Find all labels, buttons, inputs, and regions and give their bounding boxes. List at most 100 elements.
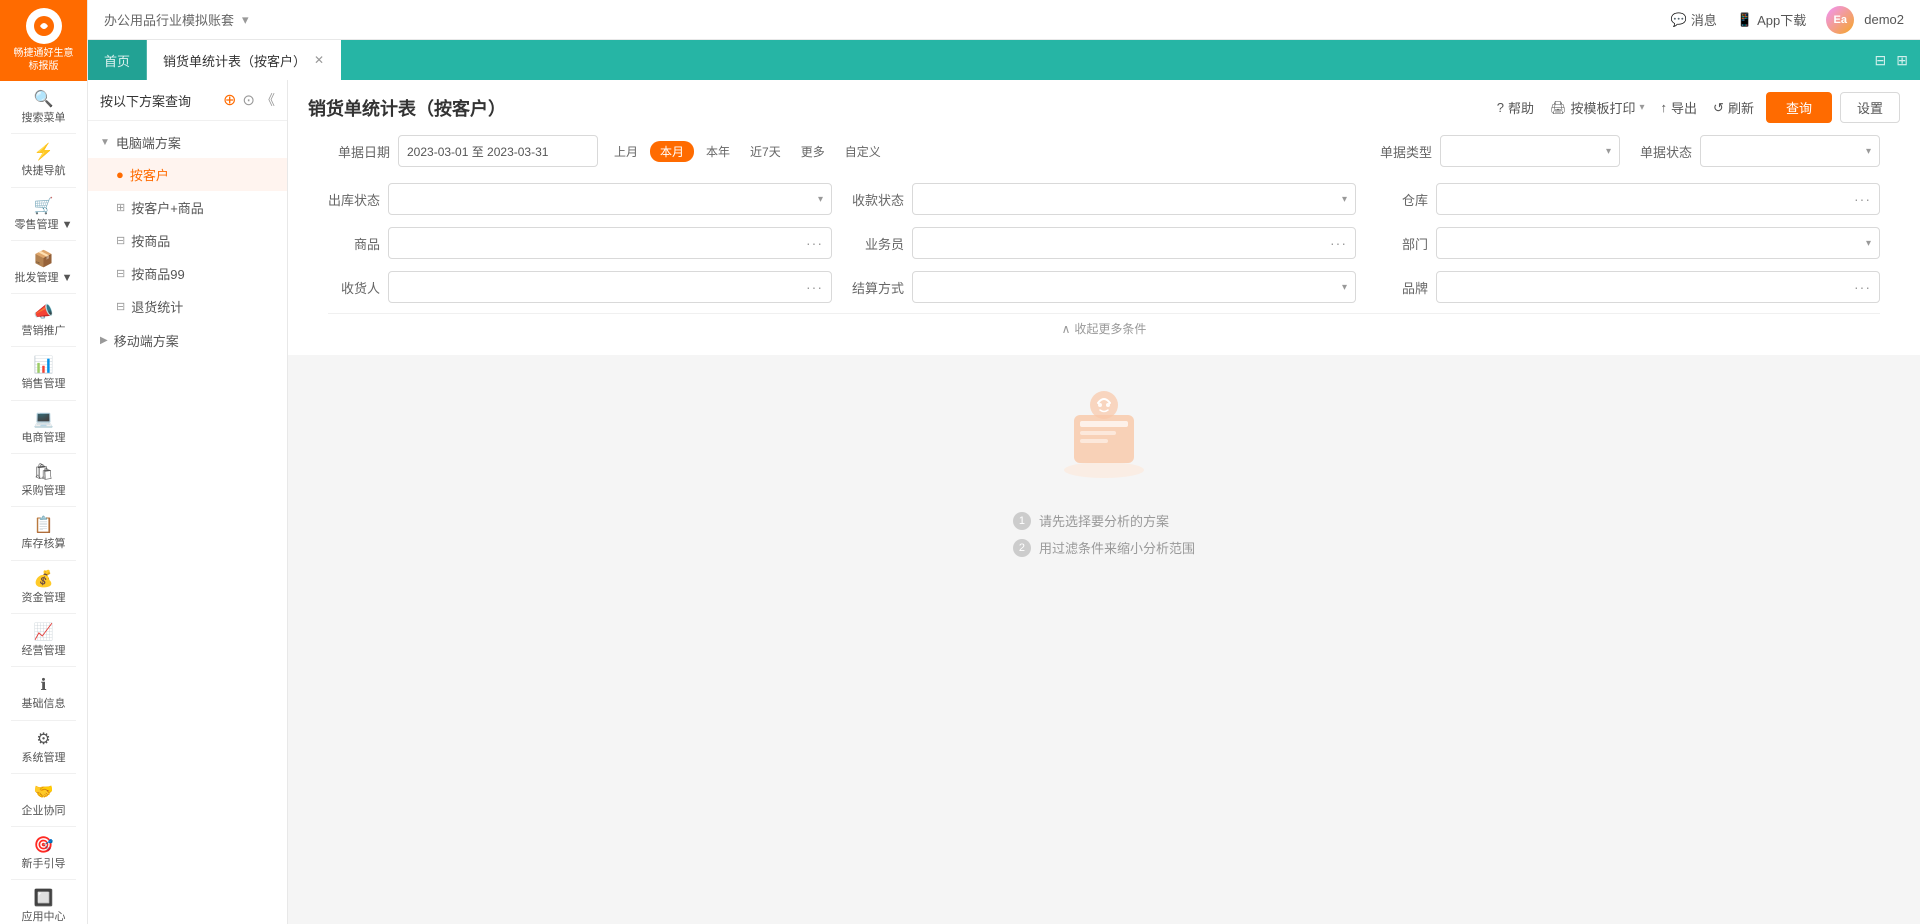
warehouse-select[interactable]: ··· — [1436, 183, 1880, 215]
shortcut-more[interactable]: 更多 — [793, 141, 833, 162]
query-button[interactable]: 查询 — [1766, 92, 1832, 123]
tab-report[interactable]: 销货单统计表（按客户） ✕ — [147, 40, 341, 80]
sidebar-nav-label-3: 批发管理 ▼ — [15, 271, 73, 285]
sidebar-nav-item-8[interactable]: 📋 库存核算 — [11, 507, 77, 560]
shortcut-7days[interactable]: 近7天 — [742, 141, 789, 162]
sidebar-nav-icon-5: 📊 — [34, 355, 54, 375]
sidebar-nav-icon-0: 🔍 — [34, 89, 54, 109]
sidebar-nav-item-9[interactable]: 💰 资金管理 — [11, 561, 77, 614]
scheme-item-returns[interactable]: ⊟ 退货统计 — [88, 290, 287, 323]
sidebar-nav-item-3[interactable]: 📦 批发管理 ▼ — [11, 241, 77, 294]
order-type-select[interactable]: ▾ — [1440, 135, 1620, 167]
settings-scheme-icon[interactable]: ⊙ — [242, 91, 255, 109]
sidebar-nav-icon-13: 🤝 — [34, 782, 54, 802]
sidebar-nav-item-0[interactable]: 🔍 搜索菜单 — [11, 81, 77, 134]
message-btn[interactable]: 💬 消息 — [1671, 10, 1717, 29]
sidebar-nav-item-11[interactable]: ℹ 基础信息 — [11, 667, 77, 720]
refresh-btn[interactable]: ↺ 刷新 — [1713, 98, 1754, 117]
scheme-header: 按以下方案查询 ⊕ ⊙ 《 — [88, 80, 287, 121]
sidebar-nav-item-4[interactable]: 📣 营销推广 — [11, 294, 77, 347]
receipt-status-select[interactable]: ▾ — [912, 183, 1356, 215]
sidebar-nav-item-15[interactable]: 🔲 应用中心 — [11, 880, 77, 924]
scheme-tree: ▼ 电脑端方案 ● 按客户 ⊞ 按客户+商品 ⊟ 按商品 — [88, 121, 287, 362]
salesperson-select[interactable]: ··· — [912, 227, 1356, 259]
sidebar-nav-icon-6: 💻 — [34, 409, 54, 429]
message-icon: 💬 — [1671, 12, 1687, 28]
shortcut-custom[interactable]: 自定义 — [837, 141, 889, 162]
scheme-item-goods[interactable]: ⊟ 按商品 — [88, 224, 287, 257]
add-scheme-icon[interactable]: ⊕ — [223, 90, 236, 110]
content-wrapper: 按以下方案查询 ⊕ ⊙ 《 ▼ 电脑端方案 ● 按客户 — [88, 80, 1920, 924]
sidebar-nav-label-10: 经营管理 — [21, 644, 65, 658]
tab-home-label: 首页 — [104, 51, 130, 70]
app-title: 办公用品行业模拟账套 — [104, 10, 234, 29]
salesperson-dots: ··· — [1330, 235, 1347, 251]
sidebar-nav-icon-2: 🛒 — [34, 196, 54, 216]
refresh-icon: ↺ — [1713, 100, 1724, 116]
department-label: 部门 — [1376, 234, 1436, 253]
help-btn[interactable]: ? 帮助 — [1497, 98, 1534, 117]
print-btn[interactable]: 🖨 按模板打印 ▾ — [1550, 98, 1645, 117]
scheme-item-customer-goods[interactable]: ⊞ 按客户+商品 — [88, 191, 287, 224]
sidebar-nav-item-7[interactable]: 🛍 采购管理 — [11, 454, 77, 507]
user-info[interactable]: Ea demo2 — [1826, 6, 1904, 34]
collapse-scheme-icon[interactable]: 《 — [261, 90, 275, 110]
header-left: 办公用品行业模拟账套 ▾ — [104, 10, 249, 29]
settlement-select[interactable]: ▾ — [912, 271, 1356, 303]
brand-select[interactable]: ··· — [1436, 271, 1880, 303]
date-range-display[interactable]: 2023-03-01 至 2023-03-31 — [398, 135, 598, 167]
order-type-arrow: ▾ — [1606, 146, 1611, 157]
tab-close-icon[interactable]: ✕ — [314, 53, 324, 67]
tab-minimize-icon[interactable]: ⊟ — [1875, 52, 1887, 69]
filter-row-4: 收货人 ··· 结算方式 ▾ 品牌 — [328, 265, 1880, 309]
hint-num-2: 2 — [1013, 539, 1031, 557]
order-status-label: 单据状态 — [1640, 142, 1692, 161]
scheme-item-customer[interactable]: ● 按客户 — [88, 158, 287, 191]
tab-expand-icon[interactable]: ⊞ — [1896, 52, 1908, 69]
scheme-header-label: 按以下方案查询 — [100, 91, 191, 110]
receipt-status-label: 收款状态 — [852, 190, 912, 209]
settings-button[interactable]: 设置 — [1840, 92, 1900, 123]
sidebar-nav-item-1[interactable]: ⚡ 快捷导航 — [11, 134, 77, 187]
sidebar-nav-icon-3: 📦 — [34, 249, 54, 269]
sidebar-nav-label-7: 采购管理 — [21, 484, 65, 498]
app-download-btn[interactable]: 📱 App下载 — [1737, 10, 1806, 29]
sidebar-nav-item-12[interactable]: ⚙ 系统管理 — [11, 721, 77, 774]
out-status-select[interactable]: ▾ — [388, 183, 832, 215]
shortcut-this-month[interactable]: 本月 — [650, 141, 694, 162]
tab-home[interactable]: 首页 — [88, 40, 147, 80]
export-btn[interactable]: ↑ 导出 — [1661, 98, 1698, 117]
sidebar-nav-item-13[interactable]: 🤝 企业协同 — [11, 774, 77, 827]
sidebar-nav-item-2[interactable]: 🛒 零售管理 ▼ — [11, 188, 77, 241]
shortcut-prev-month[interactable]: 上月 — [606, 141, 646, 162]
sidebar-nav-icon-14: 🎯 — [34, 835, 54, 855]
empty-hint-text-2: 用过滤条件来缩小分析范围 — [1039, 538, 1195, 557]
goods-label: 商品 — [328, 234, 388, 253]
empty-hint-1: 1 请先选择要分析的方案 — [1013, 511, 1195, 530]
tree-group-desktop-header[interactable]: ▼ 电脑端方案 — [88, 127, 287, 158]
order-status-select[interactable]: ▾ — [1700, 135, 1880, 167]
sidebar-nav-item-5[interactable]: 📊 销售管理 — [11, 347, 77, 400]
collapse-bar[interactable]: ∧ 收起更多条件 — [328, 313, 1880, 343]
tree-group-mobile-header[interactable]: ▶ 移动端方案 — [88, 325, 287, 356]
department-select[interactable]: ▾ — [1436, 227, 1880, 259]
scheme-panel: 按以下方案查询 ⊕ ⊙ 《 ▼ 电脑端方案 ● 按客户 — [88, 80, 288, 924]
collapse-label: 收起更多条件 — [1074, 320, 1146, 337]
recipient-select[interactable]: ··· — [388, 271, 832, 303]
scrollable-content: 1 请先选择要分析的方案 2 用过滤条件来缩小分析范围 — [288, 355, 1920, 924]
sidebar: 畅捷通好生意 标报版 🔍 搜索菜单 ⚡ 快捷导航 🛒 零售管理 ▼ 📦 批发管理… — [0, 0, 88, 924]
sidebar-nav-item-10[interactable]: 📈 经营管理 — [11, 614, 77, 667]
sidebar-nav-label-15: 应用中心 — [21, 910, 65, 924]
sidebar-nav-icon-4: 📣 — [34, 302, 54, 322]
dropdown-arrow[interactable]: ▾ — [242, 12, 249, 28]
sidebar-nav-item-14[interactable]: 🎯 新手引导 — [11, 827, 77, 880]
sidebar-nav-label-14: 新手引导 — [21, 857, 65, 871]
sidebar-nav-item-6[interactable]: 💻 电商管理 — [11, 401, 77, 454]
report-header: 销货单统计表（按客户） ? 帮助 🖨 按模板打印 ▾ — [288, 80, 1920, 355]
shortcut-this-year[interactable]: 本年 — [698, 141, 738, 162]
scheme-item-goods99[interactable]: ⊟ 按商品99 — [88, 257, 287, 290]
sidebar-nav-icon-15: 🔲 — [34, 888, 54, 908]
tab-bar: 首页 销货单统计表（按客户） ✕ ⊟ ⊞ — [88, 40, 1920, 80]
recipient-filter: 收货人 ··· — [328, 271, 832, 303]
goods-select[interactable]: ··· — [388, 227, 832, 259]
